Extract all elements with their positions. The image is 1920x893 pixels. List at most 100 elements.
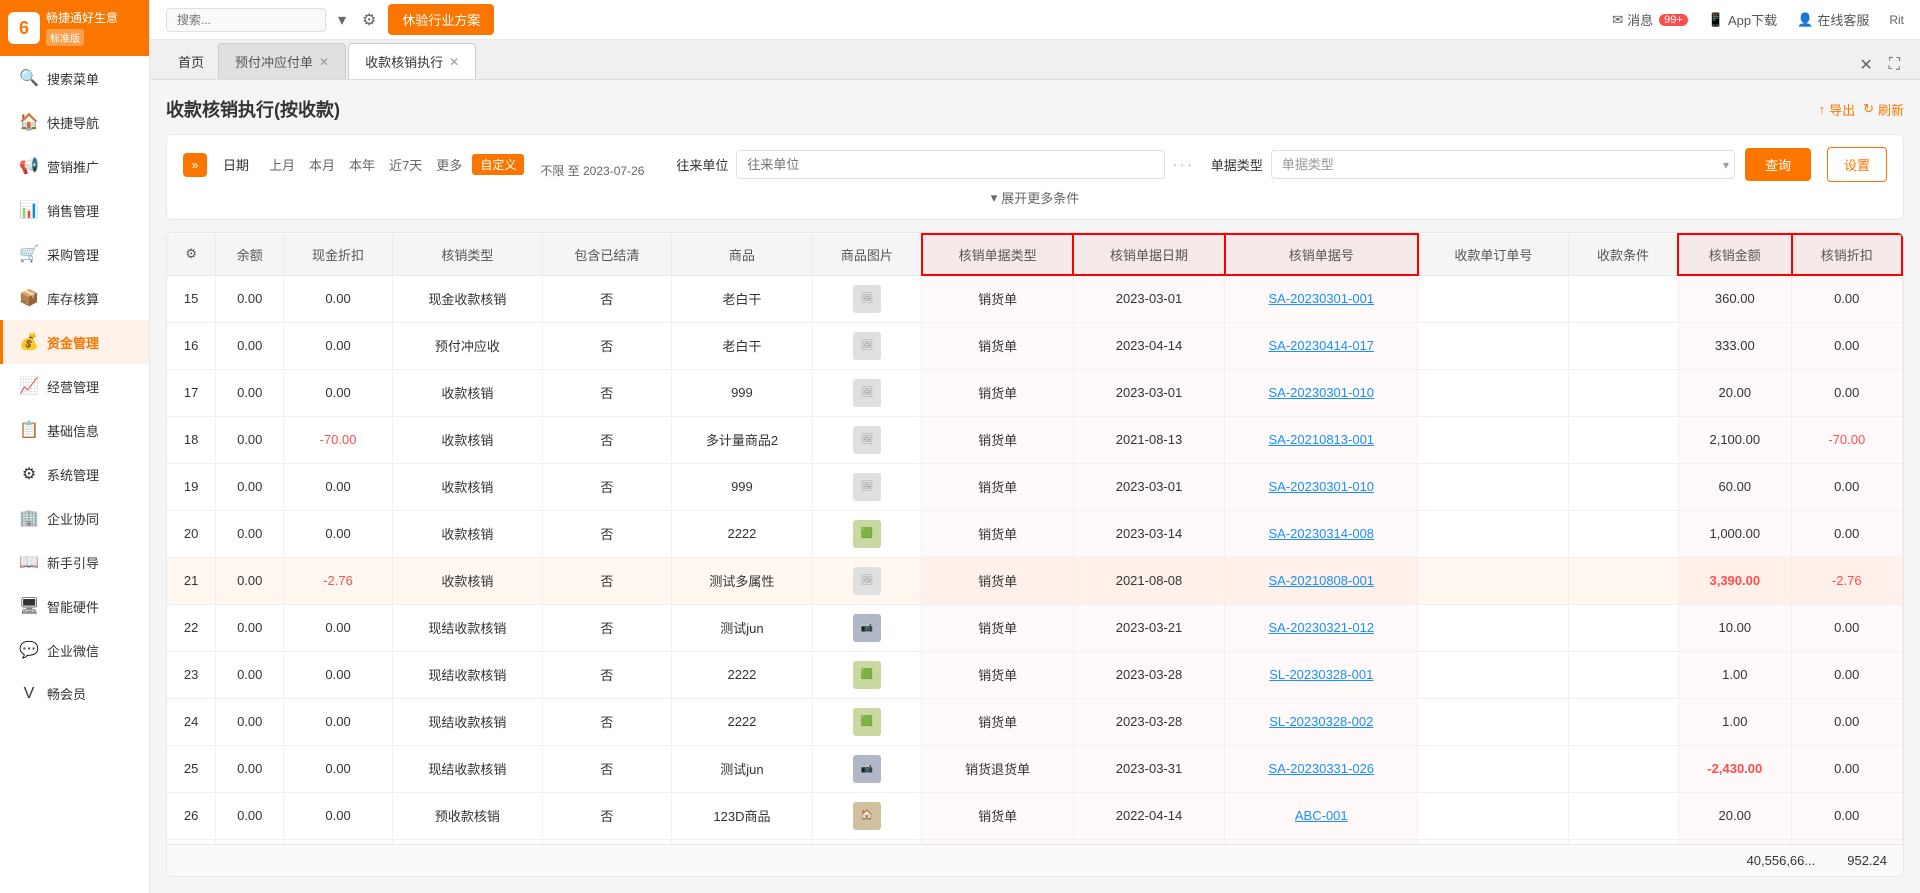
table-row: 15 0.00 0.00 现金收款核销 否 老白干 🖼 销货单 2023-03-… xyxy=(167,275,1902,322)
cell-cancel-amount: 2,100.00 xyxy=(1678,416,1791,463)
cell-bill-no[interactable]: SA-20230321-012 xyxy=(1225,604,1418,651)
sidebar-item-purchase[interactable]: 🛒 采购管理 xyxy=(0,232,149,276)
table-scroll-area[interactable]: ⚙ 余额 现金折扣 核销类型 包含已结清 商品 商品图片 核销单据类型 核销单据… xyxy=(167,233,1903,844)
sidebar-item-finance[interactable]: 💰 资金管理 xyxy=(0,320,149,364)
sidebar-label-search: 搜索菜单 xyxy=(47,69,99,88)
sidebar-item-enterprise[interactable]: 🏢 企业协同 xyxy=(0,496,149,540)
sidebar-icon-member: V xyxy=(19,685,39,703)
cell-balance: 0.00 xyxy=(216,510,284,557)
date-custom-button[interactable]: 自定义 xyxy=(472,154,524,175)
search-input[interactable] xyxy=(166,8,326,32)
expand-more-bar: ▾ 展开更多条件 xyxy=(183,188,1887,207)
solution-button[interactable]: 休验行业方案 xyxy=(388,4,494,35)
cell-no: 25 xyxy=(167,745,216,792)
cell-bill-no[interactable]: SA-20210808-001 xyxy=(1225,557,1418,604)
prepay-tab-close[interactable]: ✕ xyxy=(319,55,329,69)
th-cash-discount: 现金折扣 xyxy=(284,234,393,275)
date-range-container: 不限 至 2023-07-26 xyxy=(540,150,644,179)
sidebar-item-quick-nav[interactable]: 🏠 快捷导航 xyxy=(0,100,149,144)
close-window-icon[interactable]: ✕ xyxy=(1855,51,1876,79)
cell-cancel-discount: 0.00 xyxy=(1792,463,1903,510)
maximize-icon[interactable]: ⛶ xyxy=(1885,52,1904,78)
refresh-button[interactable]: ↻ 刷新 xyxy=(1863,100,1904,119)
cell-include-settled: 否 xyxy=(542,275,671,322)
cell-bill-no[interactable]: SA-20230314-008 xyxy=(1225,510,1418,557)
cell-bill-no[interactable]: SA-20230331-026 xyxy=(1225,745,1418,792)
cell-goods-img: 🖼 xyxy=(812,557,922,604)
tab-collect[interactable]: 收款核销执行 ✕ xyxy=(348,43,476,79)
cell-bill-date: 2023-03-01 xyxy=(1073,275,1224,322)
cell-include-settled: 否 xyxy=(542,792,671,839)
cell-bill-no[interactable]: SL-20230328-002 xyxy=(1225,698,1418,745)
sidebar-label-enterprise: 企业协同 xyxy=(47,509,99,528)
sidebar-icon-finance: 💰 xyxy=(19,332,39,352)
partner-input[interactable] xyxy=(736,150,1164,179)
cell-bill-no[interactable]: SA-20230301-010 xyxy=(1225,369,1418,416)
cell-cancel-discount: 0.00 xyxy=(1792,651,1903,698)
app-download-btn[interactable]: 📱 App下载 xyxy=(1708,10,1777,29)
sidebar-item-guide[interactable]: 📖 新手引导 xyxy=(0,540,149,584)
sidebar-item-operation[interactable]: 📈 经营管理 xyxy=(0,364,149,408)
refresh-icon: ↻ xyxy=(1863,101,1874,117)
cell-balance: 0.00 xyxy=(216,463,284,510)
dropdown-icon[interactable]: ▾ xyxy=(334,6,350,34)
cell-cancel-discount: 0.00 xyxy=(1792,510,1903,557)
sidebar-item-hardware[interactable]: 🖥 智能硬件 xyxy=(0,584,149,628)
online-service-btn[interactable]: 👤 在线客服 xyxy=(1797,10,1869,29)
cell-balance: 0.00 xyxy=(216,557,284,604)
app-download-label: App下载 xyxy=(1728,10,1777,29)
sidebar-icon-sales: 📊 xyxy=(19,200,39,220)
cell-bill-no[interactable]: SA-20230301-010 xyxy=(1225,463,1418,510)
date-7days-btn[interactable]: 近7天 xyxy=(385,153,426,176)
cell-collect-terms xyxy=(1568,745,1678,792)
filter-date-group: 上月 本月 本年 近7天 更多 自定义 xyxy=(265,153,524,176)
cell-bill-no[interactable]: SA-20210813-001 xyxy=(1225,416,1418,463)
cell-collect-order xyxy=(1418,651,1569,698)
th-cancel-discount: 核销折扣 xyxy=(1792,234,1903,275)
sidebar-item-member[interactable]: V 畅会员 xyxy=(0,672,149,715)
cell-collect-order xyxy=(1418,463,1569,510)
cell-no: 19 xyxy=(167,463,216,510)
cell-bill-no[interactable]: ABC-001 xyxy=(1225,792,1418,839)
cell-bill-date: 2023-04-14 xyxy=(1073,322,1224,369)
sidebar-item-wechat[interactable]: 💬 企业微信 xyxy=(0,628,149,672)
sidebar-item-system[interactable]: ⚙ 系统管理 xyxy=(0,452,149,496)
date-this-month-btn[interactable]: 本月 xyxy=(305,153,339,176)
tab-home[interactable]: 首页 xyxy=(166,44,216,79)
sidebar-label-basic: 基础信息 xyxy=(47,421,99,440)
cell-no: 23 xyxy=(167,651,216,698)
sidebar-item-sales[interactable]: 📊 销售管理 xyxy=(0,188,149,232)
cell-no: 17 xyxy=(167,369,216,416)
cell-collect-order xyxy=(1418,322,1569,369)
expand-more-button[interactable]: ▾ 展开更多条件 xyxy=(991,188,1080,207)
cell-bill-type: 销货单 xyxy=(922,651,1073,698)
cell-bill-date: 2023-03-14 xyxy=(1073,510,1224,557)
sidebar-item-basic[interactable]: 📋 基础信息 xyxy=(0,408,149,452)
cell-collect-order xyxy=(1418,745,1569,792)
th-collect-terms: 收款条件 xyxy=(1568,234,1678,275)
date-last-month-btn[interactable]: 上月 xyxy=(265,153,299,176)
date-this-year-btn[interactable]: 本年 xyxy=(345,153,379,176)
export-button[interactable]: ↑ 导出 xyxy=(1819,100,1856,119)
collect-tab-close[interactable]: ✕ xyxy=(449,55,459,69)
cell-bill-type: 销货单 xyxy=(922,557,1073,604)
cell-cancel-type: 预付冲应收 xyxy=(392,322,542,369)
cell-bill-no[interactable]: SA-20230414-017 xyxy=(1225,322,1418,369)
message-btn[interactable]: ✉ 消息 99+ xyxy=(1612,10,1688,29)
type-select[interactable]: 单据类型 xyxy=(1271,150,1735,179)
cell-bill-no[interactable]: SA-20230301-001 xyxy=(1225,275,1418,322)
sidebar-item-marketing[interactable]: 📢 营销推广 xyxy=(0,144,149,188)
sidebar-item-search[interactable]: 🔍 搜索菜单 xyxy=(0,56,149,100)
date-more-btn[interactable]: 更多 xyxy=(432,153,466,176)
type-label: 单据类型 xyxy=(1211,155,1263,174)
cell-cancel-amount: 20.00 xyxy=(1678,369,1791,416)
cell-bill-no[interactable]: SL-20230328-001 xyxy=(1225,651,1418,698)
filter-expand-button[interactable]: » xyxy=(183,153,207,177)
sidebar-item-inventory[interactable]: 📦 库存核算 xyxy=(0,276,149,320)
tab-prepay[interactable]: 预付冲应付单 ✕ xyxy=(218,43,346,79)
settings-button[interactable]: 设置 xyxy=(1827,147,1887,182)
cell-include-settled: 否 xyxy=(542,322,671,369)
settings-icon[interactable]: ⚙ xyxy=(358,6,380,34)
cell-cancel-discount: 0.00 xyxy=(1792,322,1903,369)
query-button[interactable]: 查询 xyxy=(1745,148,1811,181)
